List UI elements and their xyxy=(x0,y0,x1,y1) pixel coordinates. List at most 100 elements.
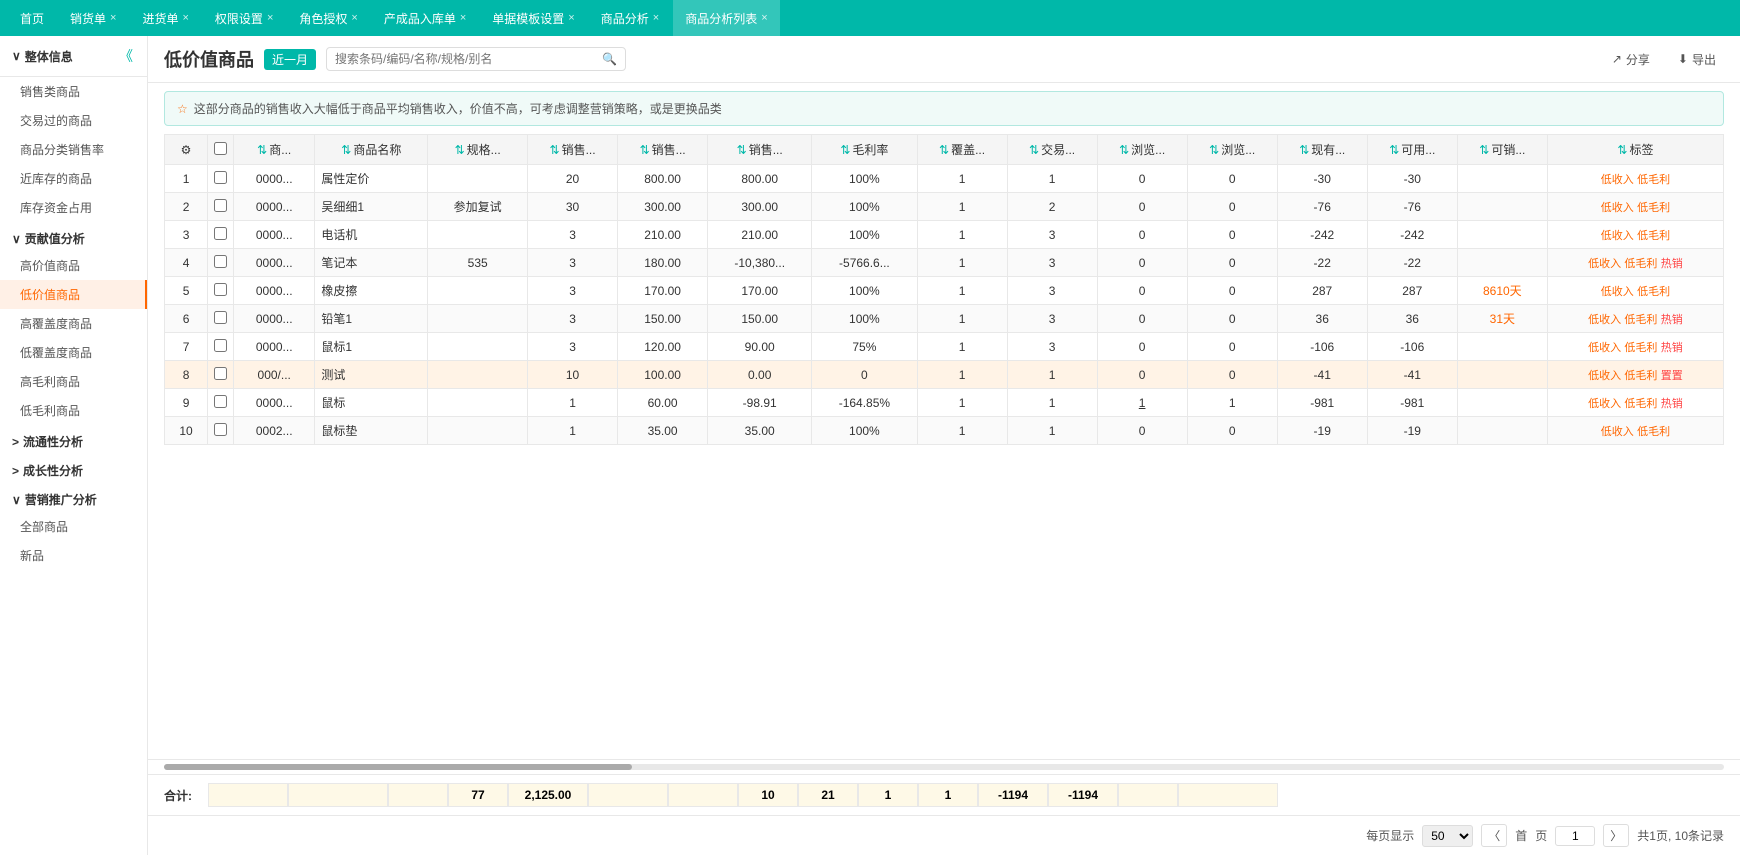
row-checkbox[interactable] xyxy=(214,255,227,268)
cell-browse1[interactable]: 1 xyxy=(1097,389,1187,417)
sidebar-item-high-coverage[interactable]: 高覆盖度商品 xyxy=(0,309,147,338)
sidebar-item-stock-capital[interactable]: 库存资金占用 xyxy=(0,193,147,222)
sidebar-item-high-value[interactable]: 高价值商品 xyxy=(0,251,147,280)
sidebar-item-low-stock[interactable]: 近库存的商品 xyxy=(0,164,147,193)
sidebar-group-flow[interactable]: > 流通性分析 xyxy=(0,425,147,454)
sidebar-group-contribution[interactable]: ∨ 贡献值分析 xyxy=(0,222,147,251)
nav-close-products[interactable]: × xyxy=(460,12,466,24)
col-gross[interactable]: ⇅毛利率 xyxy=(812,135,917,165)
cell-checkbox[interactable] xyxy=(208,417,234,445)
row-checkbox[interactable] xyxy=(214,367,227,380)
browse1-value[interactable]: 1 xyxy=(1139,396,1146,410)
col-trade[interactable]: ⇅交易... xyxy=(1007,135,1097,165)
cell-spec xyxy=(428,165,528,193)
col-available[interactable]: ⇅可用... xyxy=(1367,135,1457,165)
content-area: 低价值商品 近一月 🔍 ↗ 分享 ⬇ 导出 ☆ 这部分商品的销售收入大幅低于商品… xyxy=(148,36,1740,855)
sidebar-item-category-sales[interactable]: 商品分类销售率 xyxy=(0,135,147,164)
col-name[interactable]: ⇅商品名称 xyxy=(315,135,428,165)
sidebar-item-new-goods[interactable]: 新品 xyxy=(0,541,147,570)
sidebar-item-sales-goods[interactable]: 销售类商品 xyxy=(0,77,147,106)
row-checkbox[interactable] xyxy=(214,423,227,436)
nav-close-roles[interactable]: × xyxy=(351,12,357,24)
scrollbar-thumb[interactable] xyxy=(164,764,632,770)
sidebar-group-overall[interactable]: ∨ 整体信息 xyxy=(12,48,73,65)
row-checkbox[interactable] xyxy=(214,311,227,324)
cell-checkbox[interactable] xyxy=(208,165,234,193)
search-input[interactable] xyxy=(335,52,596,66)
nav-roles[interactable]: 角色授权 × xyxy=(287,0,369,36)
cell-checkbox[interactable] xyxy=(208,221,234,249)
cell-current: 36 xyxy=(1277,305,1367,333)
cell-available: -242 xyxy=(1367,221,1457,249)
col-checkbox[interactable] xyxy=(208,135,234,165)
cell-checkbox[interactable] xyxy=(208,249,234,277)
col-amount[interactable]: ⇅销售... xyxy=(708,135,812,165)
horizontal-scrollbar[interactable] xyxy=(148,759,1740,774)
time-badge[interactable]: 近一月 xyxy=(264,49,316,70)
nav-goods-analysis[interactable]: 商品分析 × xyxy=(589,0,671,36)
nav-close-sales[interactable]: × xyxy=(110,12,116,24)
col-browse2[interactable]: ⇅浏览... xyxy=(1187,135,1277,165)
table-container[interactable]: ⚙ ⇅商... ⇅商品名称 ⇅规格... ⇅销售... ⇅销售... ⇅销售..… xyxy=(164,134,1724,759)
row-checkbox[interactable] xyxy=(214,171,227,184)
sidebar-item-low-margin[interactable]: 低毛利商品 xyxy=(0,396,147,425)
col-coverage[interactable]: ⇅覆盖... xyxy=(917,135,1007,165)
cell-code: 0000... xyxy=(234,277,315,305)
col-current[interactable]: ⇅现有... xyxy=(1277,135,1367,165)
page-input[interactable] xyxy=(1555,826,1595,846)
first-page-btn[interactable]: 〈 xyxy=(1481,824,1507,847)
row-checkbox[interactable] xyxy=(214,227,227,240)
sidebar-item-high-margin[interactable]: 高毛利商品 xyxy=(0,367,147,396)
nav-close-goods[interactable]: × xyxy=(653,12,659,24)
row-checkbox[interactable] xyxy=(214,199,227,212)
tag-label: 低收入 xyxy=(1601,230,1634,242)
share-button[interactable]: ↗ 分享 xyxy=(1604,47,1658,72)
nav-templates[interactable]: 单据模板设置 × xyxy=(480,0,586,36)
col-tags[interactable]: ⇅标签 xyxy=(1547,135,1723,165)
total-tags xyxy=(1178,783,1278,807)
nav-home[interactable]: 首页 xyxy=(8,0,56,36)
table-row: 9 0000... 鼠标 1 60.00 -98.91 -164.85% 1 1… xyxy=(165,389,1724,417)
col-settings[interactable]: ⚙ xyxy=(165,135,208,165)
sidebar-group-growth[interactable]: > 成长性分析 xyxy=(0,454,147,483)
row-checkbox[interactable] xyxy=(214,339,227,352)
col-browse1[interactable]: ⇅浏览... xyxy=(1097,135,1187,165)
nav-goods-list[interactable]: 商品分析列表 × xyxy=(673,0,779,36)
col-qty[interactable]: ⇅销售... xyxy=(528,135,618,165)
cell-checkbox[interactable] xyxy=(208,333,234,361)
cell-checkbox[interactable] xyxy=(208,277,234,305)
nav-close-purchase[interactable]: × xyxy=(182,12,188,24)
nav-close-goods-list[interactable]: × xyxy=(761,12,767,24)
col-spec[interactable]: ⇅规格... xyxy=(428,135,528,165)
col-saleable[interactable]: ⇅可销... xyxy=(1457,135,1547,165)
nav-close-permissions[interactable]: × xyxy=(267,12,273,24)
cell-checkbox[interactable] xyxy=(208,361,234,389)
row-checkbox[interactable] xyxy=(214,283,227,296)
nav-purchase[interactable]: 进货单 × xyxy=(130,0,200,36)
cell-checkbox[interactable] xyxy=(208,389,234,417)
nav-products[interactable]: 产成品入库单 × xyxy=(372,0,478,36)
nav-close-templates[interactable]: × xyxy=(568,12,574,24)
col-code[interactable]: ⇅商... xyxy=(234,135,315,165)
cell-checkbox[interactable] xyxy=(208,305,234,333)
nav-permissions[interactable]: 权限设置 × xyxy=(203,0,285,36)
next-page-btn[interactable]: 〉 xyxy=(1603,824,1629,847)
nav-sales[interactable]: 销货单 × xyxy=(58,0,128,36)
row-checkbox[interactable] xyxy=(214,395,227,408)
col-price[interactable]: ⇅销售... xyxy=(618,135,708,165)
select-all-checkbox[interactable] xyxy=(214,142,227,155)
sidebar-item-low-value[interactable]: 低价值商品 xyxy=(0,280,147,309)
sidebar-group-marketing[interactable]: ∨ 营销推广分析 xyxy=(0,483,147,512)
cell-checkbox[interactable] xyxy=(208,193,234,221)
sidebar-item-all-goods[interactable]: 全部商品 xyxy=(0,512,147,541)
sidebar-item-traded-goods[interactable]: 交易过的商品 xyxy=(0,106,147,135)
cell-qty: 1 xyxy=(528,389,618,417)
export-button[interactable]: ⬇ 导出 xyxy=(1670,47,1724,72)
search-icon[interactable]: 🔍 xyxy=(602,52,617,66)
cell-coverage: 1 xyxy=(917,333,1007,361)
sidebar-collapse-btn[interactable]: 《 xyxy=(117,44,135,68)
per-page-select[interactable]: 50 100 200 xyxy=(1422,825,1473,847)
cell-available: 36 xyxy=(1367,305,1457,333)
browse1-value: 0 xyxy=(1139,228,1146,242)
sidebar-item-low-coverage[interactable]: 低覆盖度商品 xyxy=(0,338,147,367)
